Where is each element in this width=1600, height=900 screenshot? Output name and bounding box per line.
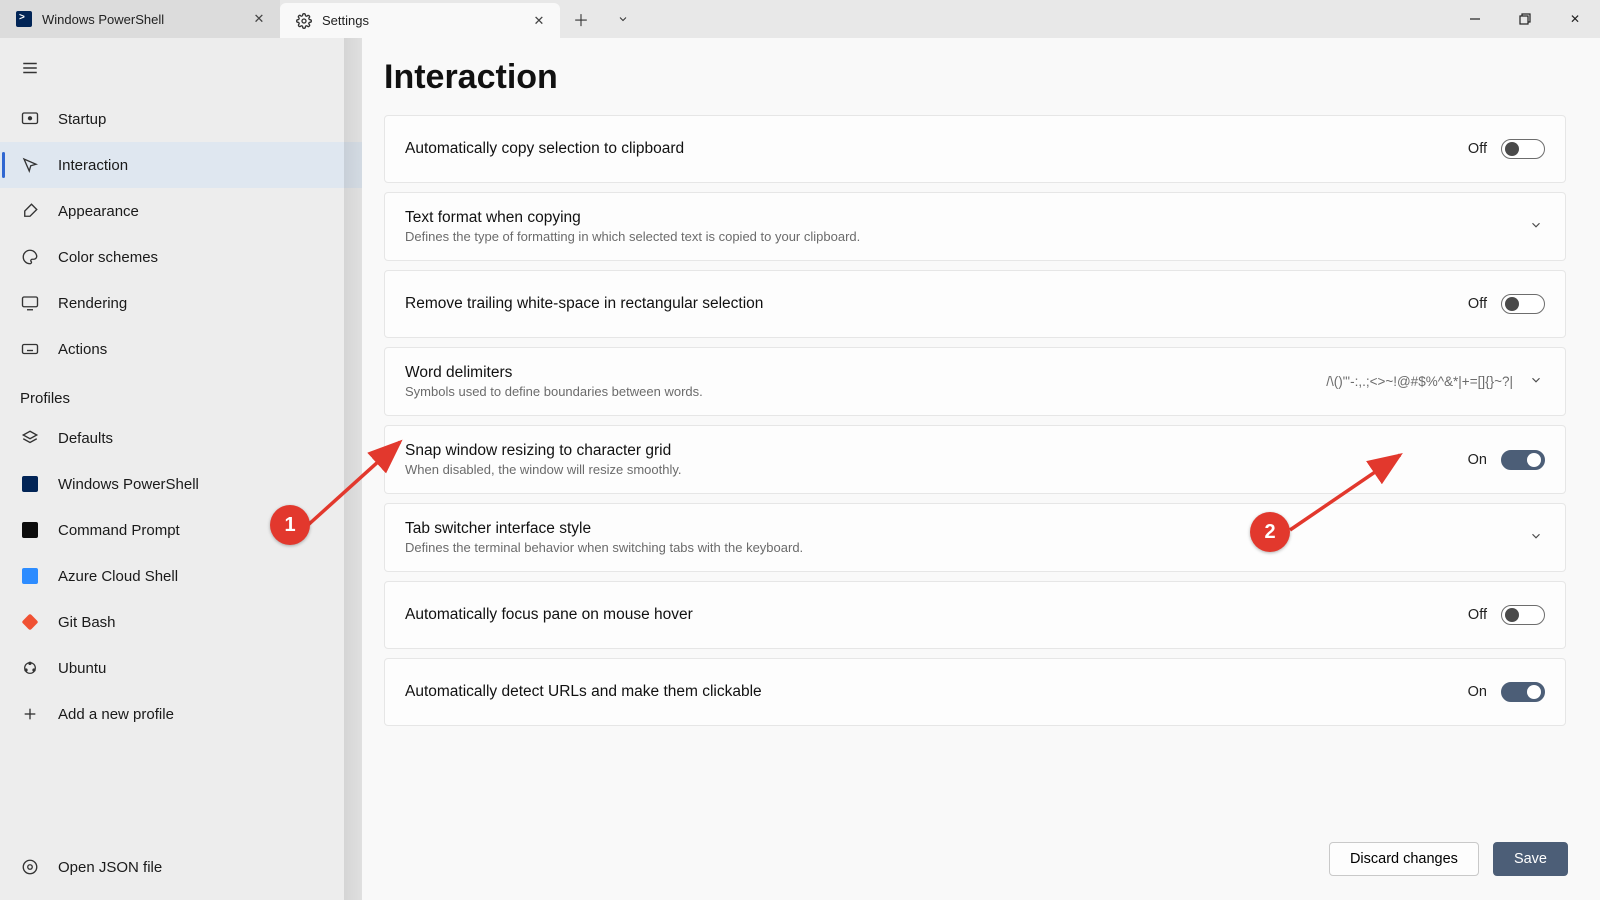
profile-add-new[interactable]: Add a new profile [0, 691, 362, 737]
sidebar-item-rendering[interactable]: Rendering [0, 280, 362, 326]
chevron-down-icon [1527, 373, 1545, 390]
hamburger-icon[interactable] [10, 48, 50, 88]
setting-title: Automatically focus pane on mouse hover [405, 606, 1468, 624]
chevron-down-icon [1527, 218, 1545, 235]
sidebar-item-label: Actions [58, 341, 107, 358]
cursor-icon [20, 155, 40, 175]
profile-command-prompt[interactable]: Command Prompt [0, 507, 362, 553]
cmd-icon [20, 520, 40, 540]
toggle-focus-on-hover[interactable] [1501, 605, 1545, 625]
setting-remove-trailing-whitespace[interactable]: Remove trailing white-space in rectangul… [384, 270, 1566, 338]
sidebar-open-json-label: Open JSON file [58, 859, 162, 876]
setting-snap-resize[interactable]: Snap window resizing to character grid W… [384, 425, 1566, 494]
profile-label: Command Prompt [58, 522, 180, 539]
chevron-down-icon [1527, 529, 1545, 546]
gear-icon [20, 857, 40, 877]
setting-title: Snap window resizing to character grid [405, 442, 1468, 460]
profile-label: Defaults [58, 430, 113, 447]
settings-footer: Discard changes Save [384, 828, 1570, 900]
setting-detect-urls[interactable]: Automatically detect URLs and make them … [384, 658, 1566, 726]
toggle-state-text: Off [1468, 141, 1487, 157]
toggle-state-text: On [1468, 452, 1487, 468]
tab-dropdown-button[interactable] [602, 0, 644, 38]
gear-icon [296, 13, 312, 29]
toggle-remove-trailing[interactable] [1501, 294, 1545, 314]
startup-icon [20, 109, 40, 129]
window-minimize-button[interactable] [1450, 0, 1500, 38]
profile-powershell[interactable]: Windows PowerShell [0, 461, 362, 507]
azure-icon [20, 566, 40, 586]
tab-settings-label: Settings [322, 13, 522, 28]
title-bar: Windows PowerShell ✕ Settings ✕ ＋ ✕ [0, 0, 1600, 38]
setting-title: Text format when copying [405, 209, 1527, 227]
palette-icon [20, 247, 40, 267]
toggle-state-text: Off [1468, 607, 1487, 623]
settings-content: Interaction Automatically copy selection… [362, 38, 1600, 900]
sidebar-item-label: Color schemes [58, 249, 158, 266]
powershell-icon [20, 474, 40, 494]
toggle-detect-urls[interactable] [1501, 682, 1545, 702]
profile-azure-cloud-shell[interactable]: Azure Cloud Shell [0, 553, 362, 599]
setting-description: When disabled, the window will resize sm… [405, 462, 1468, 477]
keyboard-icon [20, 339, 40, 359]
settings-sidebar: Startup Interaction Appearance Color sch… [0, 38, 362, 900]
profile-ubuntu[interactable]: Ubuntu [0, 645, 362, 691]
setting-word-delimiters[interactable]: Word delimiters Symbols used to define b… [384, 347, 1566, 416]
ubuntu-icon [20, 658, 40, 678]
window-close-button[interactable]: ✕ [1550, 0, 1600, 38]
setting-title: Tab switcher interface style [405, 520, 1527, 538]
profile-label: Ubuntu [58, 660, 106, 677]
profile-label: Add a new profile [58, 706, 174, 723]
setting-description: Symbols used to define boundaries betwee… [405, 384, 1326, 399]
plus-icon [20, 704, 40, 724]
setting-title: Automatically copy selection to clipboar… [405, 140, 1468, 158]
setting-title: Automatically detect URLs and make them … [405, 683, 1468, 701]
sidebar-item-actions[interactable]: Actions [0, 326, 362, 372]
discard-button[interactable]: Discard changes [1329, 842, 1479, 876]
powershell-icon [16, 11, 32, 27]
setting-text-format[interactable]: Text format when copying Defines the typ… [384, 192, 1566, 261]
page-title: Interaction [384, 58, 1570, 97]
profile-git-bash[interactable]: Git Bash [0, 599, 362, 645]
profiles-header: Profiles [0, 372, 362, 415]
sidebar-item-color-schemes[interactable]: Color schemes [0, 234, 362, 280]
setting-tab-switcher[interactable]: Tab switcher interface style Defines the… [384, 503, 1566, 572]
sidebar-item-startup[interactable]: Startup [0, 96, 362, 142]
setting-focus-on-hover[interactable]: Automatically focus pane on mouse hover … [384, 581, 1566, 649]
sidebar-item-label: Interaction [58, 157, 128, 174]
toggle-state-text: On [1468, 684, 1487, 700]
setting-description: Defines the type of formatting in which … [405, 229, 1527, 244]
new-tab-button[interactable]: ＋ [560, 0, 602, 38]
sidebar-item-label: Rendering [58, 295, 127, 312]
setting-title: Remove trailing white-space in rectangul… [405, 295, 1468, 313]
close-icon[interactable]: ✕ [252, 12, 266, 26]
monitor-icon [20, 293, 40, 313]
tab-settings[interactable]: Settings ✕ [280, 3, 560, 38]
sidebar-item-label: Startup [58, 111, 106, 128]
layers-icon [20, 428, 40, 448]
profile-label: Git Bash [58, 614, 116, 631]
sidebar-open-json[interactable]: Open JSON file [0, 844, 362, 890]
profile-label: Windows PowerShell [58, 476, 199, 493]
setting-value-preview: /\()"'-:,.;<>~!@#$%^&*|+=[]{}~?| [1326, 374, 1513, 389]
tab-powershell[interactable]: Windows PowerShell ✕ [0, 0, 280, 38]
setting-description: Defines the terminal behavior when switc… [405, 540, 1527, 555]
save-button[interactable]: Save [1493, 842, 1568, 876]
profile-defaults[interactable]: Defaults [0, 415, 362, 461]
setting-title: Word delimiters [405, 364, 1326, 382]
sidebar-item-appearance[interactable]: Appearance [0, 188, 362, 234]
toggle-snap-resize[interactable] [1501, 450, 1545, 470]
close-icon[interactable]: ✕ [532, 14, 546, 28]
toggle-state-text: Off [1468, 296, 1487, 312]
sidebar-item-interaction[interactable]: Interaction [0, 142, 362, 188]
brush-icon [20, 201, 40, 221]
git-icon [20, 612, 40, 632]
profile-label: Azure Cloud Shell [58, 568, 178, 585]
tab-powershell-label: Windows PowerShell [42, 12, 242, 27]
window-maximize-button[interactable] [1500, 0, 1550, 38]
setting-copy-selection[interactable]: Automatically copy selection to clipboar… [384, 115, 1566, 183]
sidebar-item-label: Appearance [58, 203, 139, 220]
toggle-copy-selection[interactable] [1501, 139, 1545, 159]
